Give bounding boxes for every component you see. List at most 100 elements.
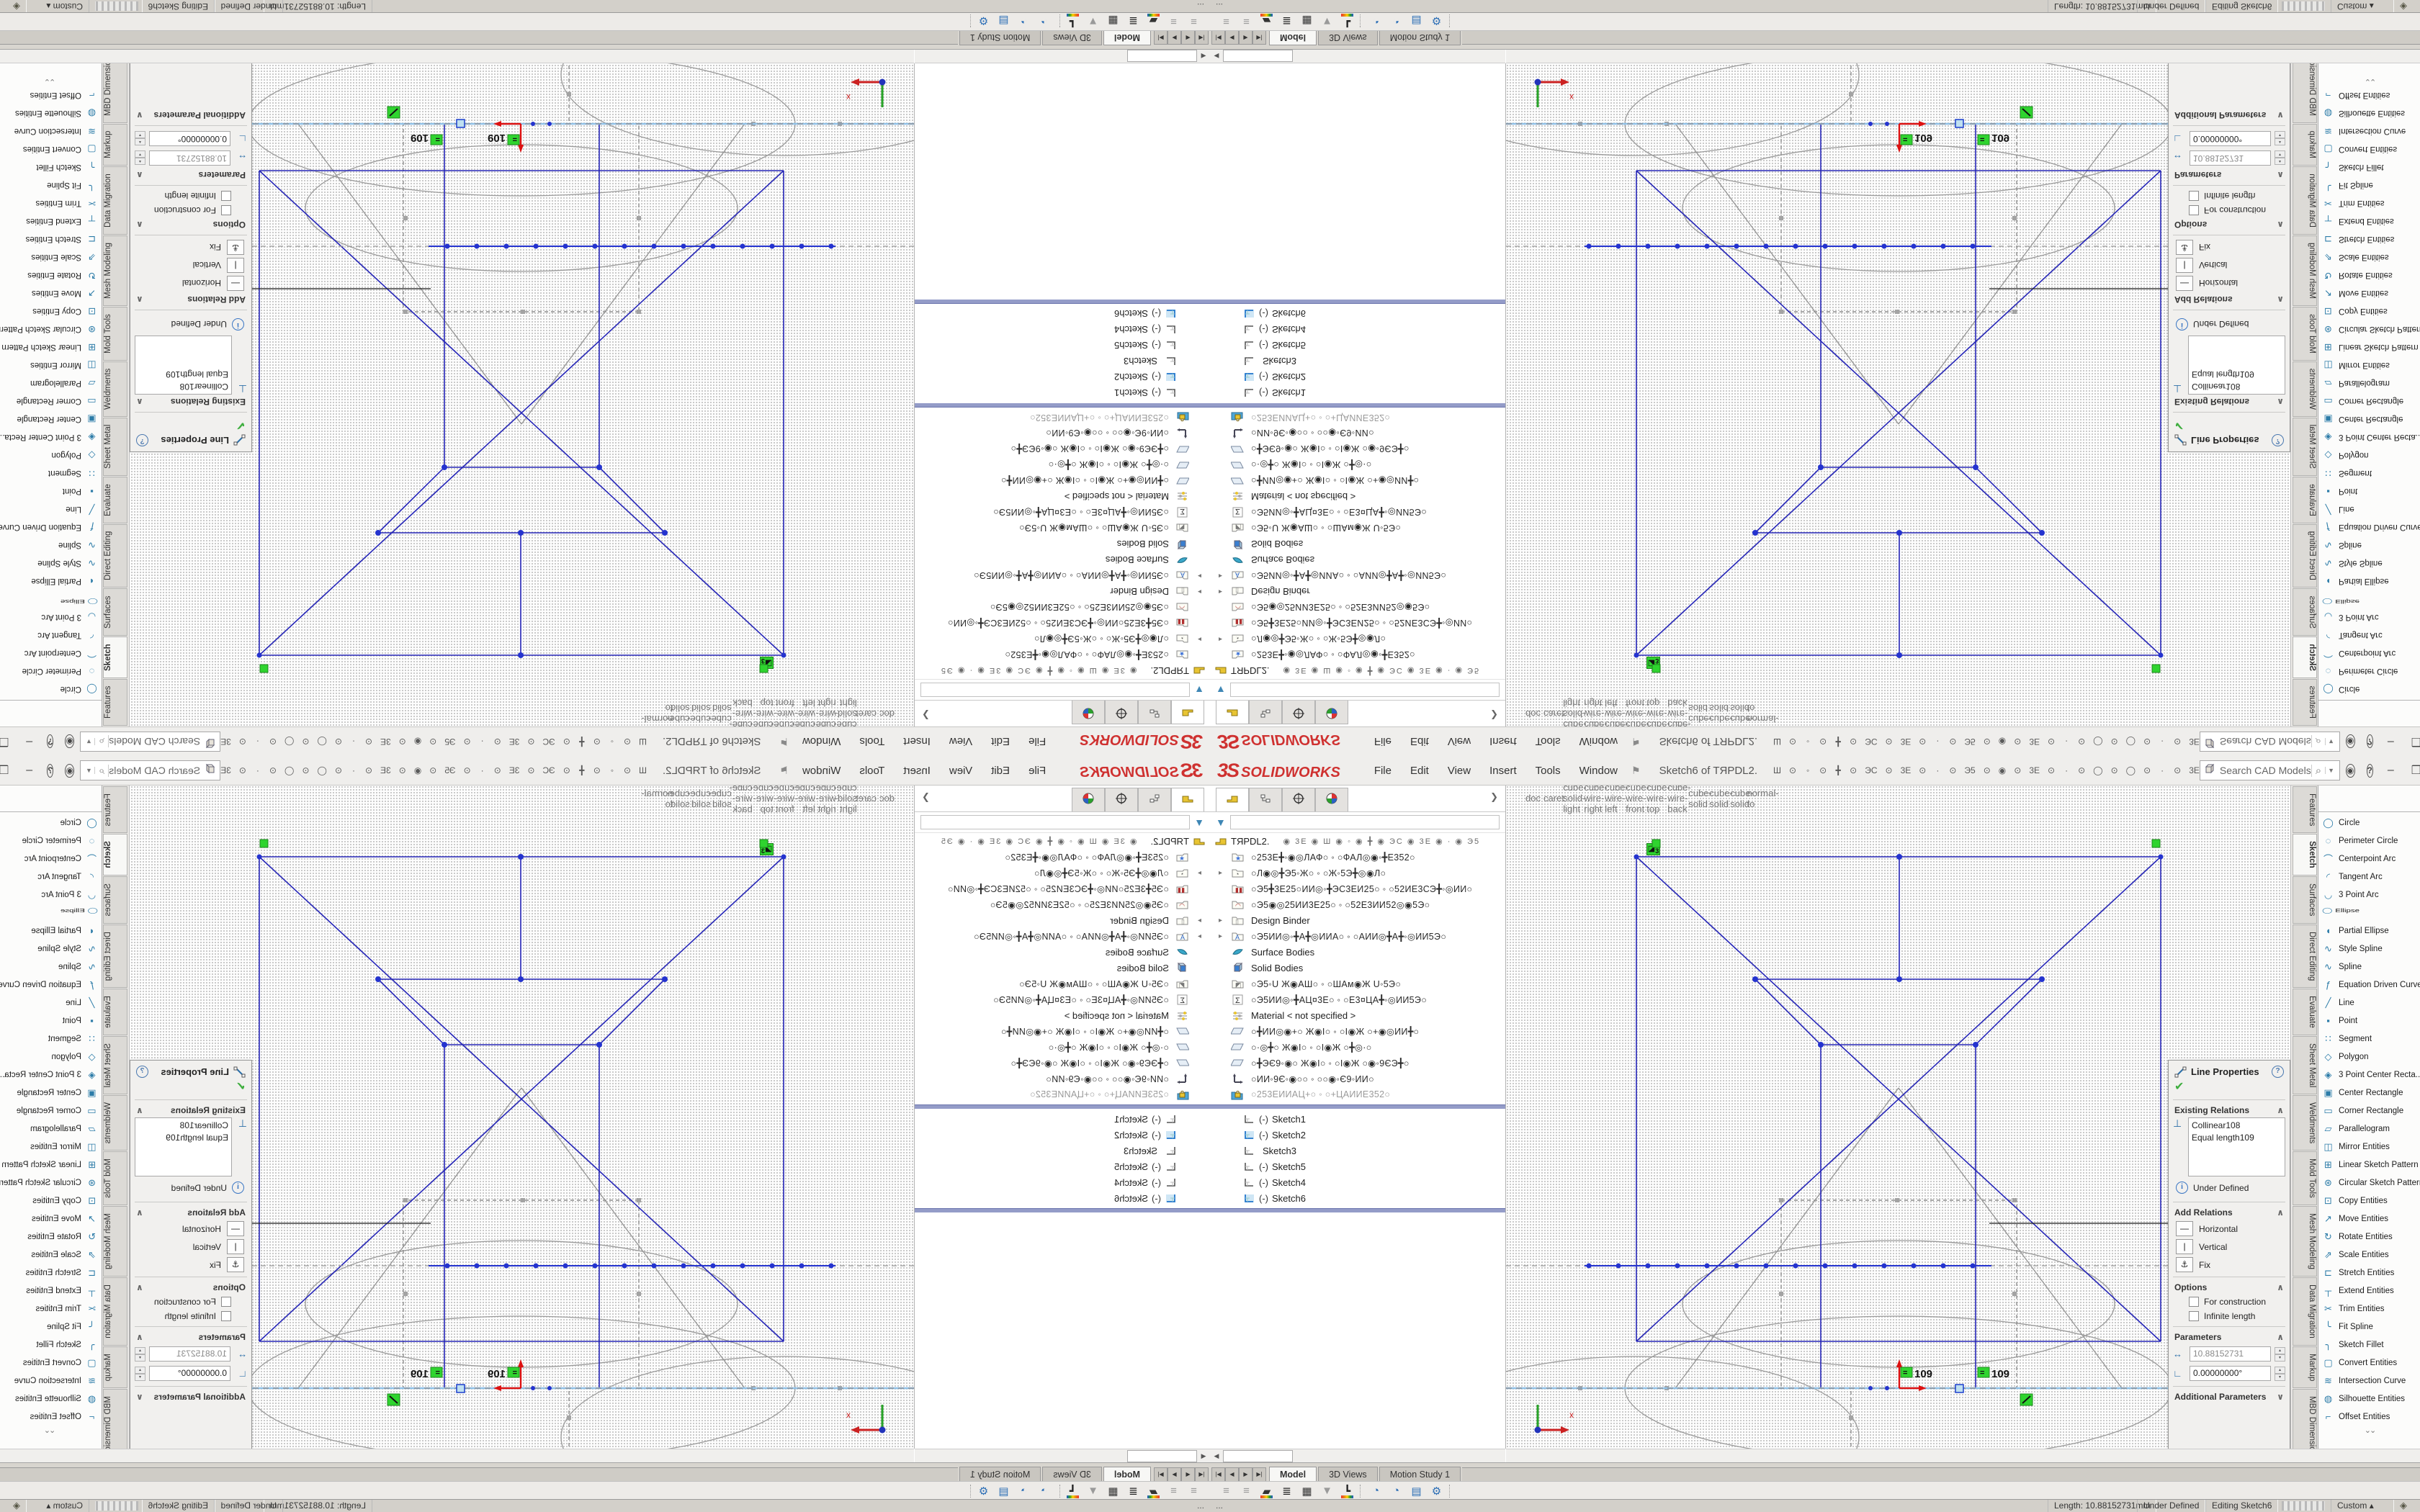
sketch-endpoints[interactable] bbox=[1634, 854, 2164, 1390]
grid-icon[interactable]: ▦ bbox=[1106, 15, 1121, 28]
tree-item[interactable]: Material < not specified > bbox=[1210, 489, 1505, 505]
line-style-icon[interactable]: ≣ bbox=[1126, 1485, 1141, 1498]
menu-item[interactable]: Window bbox=[1570, 762, 1627, 780]
more-tools-chevron-icon[interactable]: ⌄⌄ bbox=[0, 77, 102, 86]
reload-icon[interactable]: ◔ bbox=[1368, 1485, 1384, 1497]
angle-field[interactable]: 0.00000000° bbox=[149, 1366, 230, 1381]
tool-item[interactable]: ↻ Rotate Entities bbox=[2318, 266, 2420, 284]
tool-item[interactable]: ◫ Mirror Entities bbox=[0, 356, 102, 374]
command-tab[interactable]: Mesh Modeling bbox=[103, 1206, 127, 1277]
filter-icon[interactable]: ▼ bbox=[1319, 15, 1335, 27]
command-tab[interactable]: Sheet Metal bbox=[103, 418, 127, 476]
command-tab[interactable]: Mesh Modeling bbox=[2293, 1206, 2317, 1277]
sketch-ellipse[interactable] bbox=[1506, 1356, 1859, 1449]
tool-item[interactable]: ╰ Fit Spline bbox=[0, 1318, 102, 1336]
toolbar-icon[interactable]: 3Е bbox=[380, 765, 391, 775]
command-tab[interactable]: Features bbox=[103, 786, 127, 833]
tree-item[interactable]: (-) Sketch6 bbox=[1210, 1190, 1505, 1206]
command-tab[interactable]: Surfaces bbox=[2293, 876, 2317, 923]
tree-item[interactable]: ▸ ◔ ○Л◉◎╋Э5◦Ж○ ◦ ○Ж◦5Э╋◎◉Л○ bbox=[915, 631, 1210, 647]
document-tab[interactable]: Motion Study 1 bbox=[1379, 30, 1461, 45]
status-cube-icon[interactable]: ◈ bbox=[13, 1, 20, 12]
tool-item[interactable]: ∿ Style Spline bbox=[0, 554, 102, 572]
tool-item[interactable]: ┬ Extend Entities bbox=[0, 1282, 102, 1300]
add-relation-button[interactable]: —Horizontal bbox=[2169, 274, 2290, 292]
tree-item[interactable]: ○╋ЭЄ9◦◉○ Ж◉І○ ◦ ○І◉Ж ○◉◦9ЄЭ╋○ bbox=[1210, 441, 1505, 457]
tree-item[interactable]: ▸ ▯ Design Binder bbox=[1210, 584, 1505, 600]
tree-item[interactable]: ○╋ИИ◎◉+○ Ж◉І○ ◦ ○І◉Ж ○+◉◎ИИ╋○ bbox=[915, 473, 1210, 489]
status-custom-dropdown[interactable]: Custom ▴ bbox=[2331, 0, 2394, 12]
command-tab[interactable]: Data Migration bbox=[2293, 166, 2317, 235]
tree-item[interactable]: ▮▮ ○Э5╋3Е25○ИИ◎◦╋ЭС3ЕИ25○ ◦ ○52ИЕ3СЭ╋◦◎И… bbox=[1210, 616, 1505, 631]
toolbar-icon[interactable]: ⊙ bbox=[527, 765, 534, 775]
filter-funnel-icon[interactable]: ▼ bbox=[1194, 684, 1204, 696]
selection-box[interactable] bbox=[1506, 63, 2017, 312]
toolbar-icon[interactable]: ⊙ bbox=[335, 737, 342, 747]
toolbar-icon[interactable]: ⊙ bbox=[593, 765, 601, 775]
tree-item[interactable] bbox=[1210, 1208, 1505, 1212]
toolbar-icon[interactable]: ⊙ bbox=[2048, 737, 2055, 747]
tree-filter-input[interactable] bbox=[920, 815, 1190, 829]
search-input[interactable]: Search CAD Models bbox=[109, 765, 200, 776]
toolbar-icon[interactable]: · bbox=[2063, 765, 2070, 775]
tree-item[interactable]: ◠ ○Э5◉◎25ИИ3Е25○ ◦ ○52Е3ИИ52◎◉5Э○ bbox=[1210, 600, 1505, 616]
tool-item[interactable]: ▱ Parallelogram bbox=[2318, 374, 2420, 392]
tab-nav-button[interactable]: ▶ bbox=[1168, 1467, 1181, 1482]
tree-item[interactable]: ★ ○253Е╋◦◉◎ЛАФ○ ◦ ○ФАЛ◎◉◦╋Е352○ bbox=[1210, 849, 1505, 865]
tree-item[interactable]: Material < not specified > bbox=[1210, 1007, 1505, 1023]
tool-item[interactable]: ╰ Fit Spline bbox=[2318, 1318, 2420, 1336]
command-tab[interactable]: Direct Editing bbox=[2293, 524, 2317, 588]
expand-arrow-icon[interactable]: ▸ bbox=[1219, 917, 1227, 924]
command-tab[interactable]: Sketch bbox=[103, 834, 127, 876]
toolbar-icon[interactable]: ЭС bbox=[1865, 737, 1877, 747]
toolbar-icon[interactable]: ◯ bbox=[317, 765, 326, 775]
add-relation-button[interactable]: —Horizontal bbox=[2169, 1220, 2290, 1238]
more-tools-chevron-icon[interactable]: ⌄⌄ bbox=[2318, 1426, 2420, 1435]
layer-properties-icon[interactable]: ┗ bbox=[1340, 1485, 1355, 1498]
expand-arrow-icon[interactable]: ▸ bbox=[1193, 917, 1201, 924]
tree-tabs-expand-icon[interactable]: ❯ bbox=[1490, 709, 1498, 721]
tree-item[interactable]: (-) Sketch5 bbox=[915, 1158, 1210, 1174]
add-relation-button[interactable]: |Vertical bbox=[2169, 256, 2290, 274]
tree-item[interactable]: ▸ A ○Э5ИИ◎◦╋А╋◎ИИА○ ◦ ○АИИ◎╋А╋◦◎ИИ5Э○ bbox=[1210, 928, 1505, 944]
tool-item[interactable]: ⊛ Circular Sketch Pattern bbox=[0, 320, 102, 338]
tab-nav-button[interactable]: ▶| bbox=[1154, 30, 1168, 45]
toolbar-icon[interactable]: ⊙ bbox=[563, 737, 570, 747]
group-existing-relations[interactable]: Existing Relations∧ bbox=[2169, 1103, 2290, 1117]
selection-box[interactable] bbox=[403, 1200, 914, 1449]
toolbar-icon[interactable]: ⊙ bbox=[1886, 737, 1893, 747]
tree-item[interactable]: (-) Sketch2 bbox=[1210, 369, 1505, 385]
tool-item[interactable]: ▪ Point bbox=[2318, 482, 2420, 500]
menu-item[interactable]: Edit bbox=[1401, 733, 1438, 751]
command-tab[interactable]: MBD Dimensions bbox=[2293, 63, 2317, 123]
tree-item[interactable]: ○·◎╋○ Ж◉І○ ◦ ○І◉Ж ○╋◎·○ bbox=[915, 1039, 1210, 1055]
tool-item[interactable]: ⌐ Offset Entities bbox=[2318, 1408, 2420, 1426]
search-input[interactable]: Search CAD Models bbox=[2220, 765, 2311, 776]
toolbar-icon[interactable]: ⊙ bbox=[1850, 737, 1857, 747]
tool-item[interactable]: ◡ 3 Point Arc bbox=[2318, 886, 2420, 904]
minimize-button[interactable]: – bbox=[2379, 762, 2403, 778]
toolbar-icon[interactable]: ◦ bbox=[1804, 737, 1811, 747]
spinner[interactable]: ▴▾ bbox=[2275, 132, 2285, 146]
tool-item[interactable]: ◖ Partial Ellipse bbox=[0, 922, 102, 940]
tool-item[interactable]: ⊏ Stretch Entities bbox=[2318, 1264, 2420, 1282]
minimize-button[interactable]: – bbox=[2379, 734, 2403, 750]
tree-item[interactable]: ◩ ○Э5◦U Ж◉АШ○ ◦ ○ШАм◉Ж U◦5Э○ bbox=[915, 521, 1210, 536]
tool-item[interactable]: ∿ Spline bbox=[2318, 536, 2420, 554]
tool-item[interactable]: ▱ Parallelogram bbox=[0, 374, 102, 392]
command-tab[interactable]: Features bbox=[2293, 679, 2317, 726]
menu-item[interactable]: Tools bbox=[850, 733, 894, 751]
tool-item[interactable]: ▭ Corner Rectangle bbox=[2318, 392, 2420, 410]
tab-featuremanager[interactable] bbox=[1216, 788, 1249, 811]
tool-item[interactable]: ▱ Parallelogram bbox=[2318, 1120, 2420, 1138]
tree-item[interactable]: (-) Sketch5 bbox=[915, 338, 1210, 354]
tool-item[interactable]: ▢ Convert Entities bbox=[2318, 1354, 2420, 1372]
tree-item[interactable]: (-) Sketch4 bbox=[1210, 1174, 1505, 1190]
tree-item[interactable]: Surface Bodies bbox=[1210, 552, 1505, 568]
menu-item[interactable]: Tools bbox=[1526, 762, 1570, 780]
green-handles[interactable] bbox=[260, 840, 768, 847]
tool-item[interactable]: ◌ Perimeter Circle bbox=[2318, 832, 2420, 850]
spinner[interactable]: ▴▾ bbox=[135, 1367, 145, 1381]
tree-item[interactable]: ▸ A ○Э5ИИ◎◦╋А╋◎ИИА○ ◦ ○АИИ◎╋А╋◦◎ИИ5Э○ bbox=[915, 568, 1210, 584]
tool-item[interactable]: ⊡ Copy Entities bbox=[0, 1192, 102, 1210]
